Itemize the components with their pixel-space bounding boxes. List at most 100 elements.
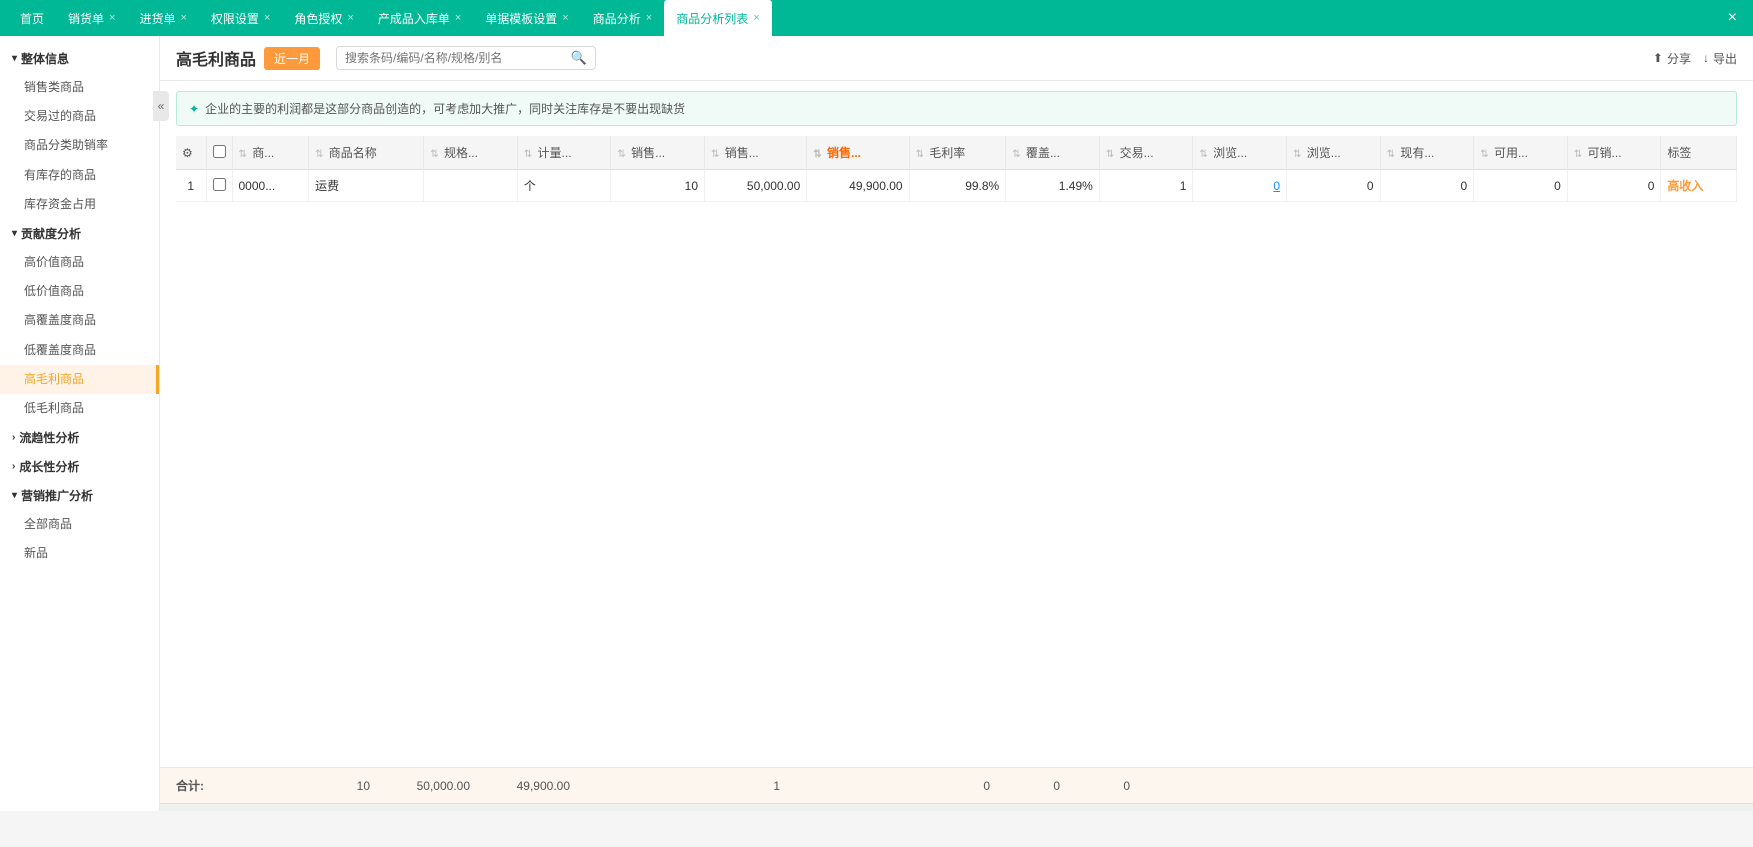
sidebar-group-overall[interactable]: ▾ 整体信息 xyxy=(0,44,159,73)
footer-saleable-stock: 0 xyxy=(1066,779,1136,793)
sort-icon-sales-amount: ⇅ xyxy=(711,149,719,160)
cell-tag: 高收入 xyxy=(1661,170,1737,202)
nav-product-analysis-list[interactable]: 商品分析列表 × xyxy=(664,0,771,36)
cell-saleable-stock: 0 xyxy=(1567,170,1661,202)
nav-product-inbound[interactable]: 产成品入库单 × xyxy=(366,0,473,36)
cell-unit: 个 xyxy=(517,170,611,202)
sort-icon-views1: ⇅ xyxy=(1199,149,1207,160)
close-permission-settings[interactable]: × xyxy=(264,12,270,24)
col-tag: 标签 xyxy=(1661,136,1737,170)
cell-name: 运费 xyxy=(309,170,424,202)
col-views1[interactable]: ⇅ 浏览... xyxy=(1193,136,1287,170)
footer-coverage xyxy=(646,779,716,793)
col-coverage[interactable]: ⇅ 覆盖... xyxy=(1006,136,1100,170)
sidebar-item-high-value[interactable]: 高价值商品 xyxy=(0,248,159,277)
table-wrapper: ⚙ ⇅ 商... ⇅ 商品名称 xyxy=(160,136,1753,767)
nav-sales-order[interactable]: 销货单 × xyxy=(56,0,127,36)
col-settings[interactable]: ⚙ xyxy=(176,136,206,170)
sidebar-item-stock-capital[interactable]: 库存资金占用 xyxy=(0,190,159,219)
close-sales-order[interactable]: × xyxy=(109,12,115,24)
cell-sales-qty: 10 xyxy=(611,170,705,202)
col-available-stock[interactable]: ⇅ 可用... xyxy=(1474,136,1568,170)
sort-icon-views2: ⇅ xyxy=(1293,149,1301,160)
footer-available-stock: 0 xyxy=(996,779,1066,793)
footer-cells: 10 50,000.00 49,900.00 1 0 0 0 xyxy=(296,779,1737,793)
col-current-stock[interactable]: ⇅ 现有... xyxy=(1380,136,1474,170)
col-sales-amount[interactable]: ⇅ 销售... xyxy=(705,136,807,170)
sidebar-group-marketing[interactable]: ▾ 营销推广分析 xyxy=(0,481,159,510)
col-saleable-stock[interactable]: ⇅ 可销... xyxy=(1567,136,1661,170)
col-views2[interactable]: ⇅ 浏览... xyxy=(1287,136,1381,170)
sidebar-collapse-button[interactable]: « xyxy=(153,91,169,121)
close-product-analysis-list[interactable]: × xyxy=(753,12,759,24)
col-code[interactable]: ⇅ 商... xyxy=(232,136,309,170)
sort-icon-current-stock: ⇅ xyxy=(1387,149,1395,160)
close-template-settings[interactable]: × xyxy=(562,12,568,24)
search-icon[interactable]: 🔍 xyxy=(571,50,587,66)
export-button[interactable]: ↓ 导出 xyxy=(1703,50,1737,67)
cell-sales-net: 49,900.00 xyxy=(807,170,909,202)
nav-product-analysis[interactable]: 商品分析 × xyxy=(581,0,664,36)
sidebar-item-all-goods[interactable]: 全部商品 xyxy=(0,510,159,539)
close-product-inbound[interactable]: × xyxy=(455,12,461,24)
col-unit[interactable]: ⇅ 计量... xyxy=(517,136,611,170)
sort-icon-sales-net: ⇅ xyxy=(813,149,821,160)
settings-icon[interactable]: ⚙ xyxy=(182,146,193,160)
footer-views1 xyxy=(786,779,856,793)
close-purchase-order[interactable]: × xyxy=(180,12,186,24)
sidebar: ▾ 整体信息 销售类商品 交易过的商品 商品分类助销率 有库存的商品 库存资金占… xyxy=(0,36,160,811)
nav-role-auth[interactable]: 角色授权 × xyxy=(282,0,365,36)
sidebar-item-stocked-goods[interactable]: 有库存的商品 xyxy=(0,161,159,190)
arrow-overall: ▾ xyxy=(12,53,17,64)
col-sales-qty[interactable]: ⇅ 销售... xyxy=(611,136,705,170)
share-button[interactable]: ⬆ 分享 xyxy=(1653,50,1691,67)
search-input[interactable] xyxy=(345,51,571,65)
sidebar-group-growth[interactable]: › 成长性分析 xyxy=(0,452,159,481)
cell-gross-margin: 99.8% xyxy=(909,170,1006,202)
nav-template-settings[interactable]: 单据模板设置 × xyxy=(473,0,580,36)
sidebar-item-category-rate[interactable]: 商品分类助销率 xyxy=(0,131,159,160)
window-close-btn[interactable]: × xyxy=(1720,9,1745,27)
sort-icon-code: ⇅ xyxy=(239,149,247,160)
arrow-marketing: ▾ xyxy=(12,490,17,501)
row-checkbox[interactable] xyxy=(213,178,226,191)
col-name[interactable]: ⇅ 商品名称 xyxy=(309,136,424,170)
nav-home[interactable]: 首页 xyxy=(8,0,56,36)
header-actions: ⬆ 分享 ↓ 导出 xyxy=(1653,50,1737,67)
footer-label: 合计: xyxy=(176,777,296,794)
select-all-checkbox[interactable] xyxy=(213,145,226,158)
nav-purchase-order[interactable]: 进货单 × xyxy=(127,0,198,36)
close-role-auth[interactable]: × xyxy=(347,12,353,24)
footer-sales-qty: 10 xyxy=(296,779,376,793)
sidebar-item-new-goods[interactable]: 新品 xyxy=(0,539,159,568)
sidebar-item-low-value[interactable]: 低价值商品 xyxy=(0,277,159,306)
info-banner: ✦ 企业的主要的利润都是这部分商品创造的，可考虑加大推广，同时关注库存是不要出现… xyxy=(176,91,1737,126)
sidebar-item-sales-goods[interactable]: 销售类商品 xyxy=(0,73,159,102)
cell-current-stock: 0 xyxy=(1380,170,1474,202)
time-filter-button[interactable]: 近一月 xyxy=(264,47,320,70)
footer-current-stock: 0 xyxy=(926,779,996,793)
footer-sales-amount: 50,000.00 xyxy=(376,779,476,793)
sidebar-group-contribution[interactable]: ▾ 贡献度分析 xyxy=(0,219,159,248)
col-sales-net[interactable]: ⇅ 销售... xyxy=(807,136,909,170)
sidebar-group-trend[interactable]: › 流趋性分析 xyxy=(0,423,159,452)
cell-coverage: 1.49% xyxy=(1006,170,1100,202)
sidebar-item-low-margin[interactable]: 低毛利商品 xyxy=(0,394,159,423)
nav-permission-settings[interactable]: 权限设置 × xyxy=(199,0,282,36)
sidebar-item-low-coverage[interactable]: 低覆盖度商品 xyxy=(0,336,159,365)
info-icon: ✦ xyxy=(189,102,199,116)
table-header-row: ⚙ ⇅ 商... ⇅ 商品名称 xyxy=(176,136,1737,170)
col-gross-margin[interactable]: ⇅ 毛利率 xyxy=(909,136,1006,170)
footer-sales-net: 49,900.00 xyxy=(476,779,576,793)
col-spec[interactable]: ⇅ 规格... xyxy=(424,136,518,170)
search-box: 🔍 xyxy=(336,46,596,70)
col-transactions[interactable]: ⇅ 交易... xyxy=(1099,136,1193,170)
sidebar-item-high-coverage[interactable]: 高覆盖度商品 xyxy=(0,306,159,335)
sidebar-item-high-margin[interactable]: 高毛利商品 xyxy=(0,365,159,394)
horizontal-scrollbar[interactable] xyxy=(160,803,1753,811)
sort-icon-transactions: ⇅ xyxy=(1106,149,1114,160)
sidebar-item-traded-goods[interactable]: 交易过的商品 xyxy=(0,102,159,131)
cell-index: 1 xyxy=(176,170,206,202)
cell-checkbox xyxy=(206,170,232,202)
close-product-analysis[interactable]: × xyxy=(646,12,652,24)
